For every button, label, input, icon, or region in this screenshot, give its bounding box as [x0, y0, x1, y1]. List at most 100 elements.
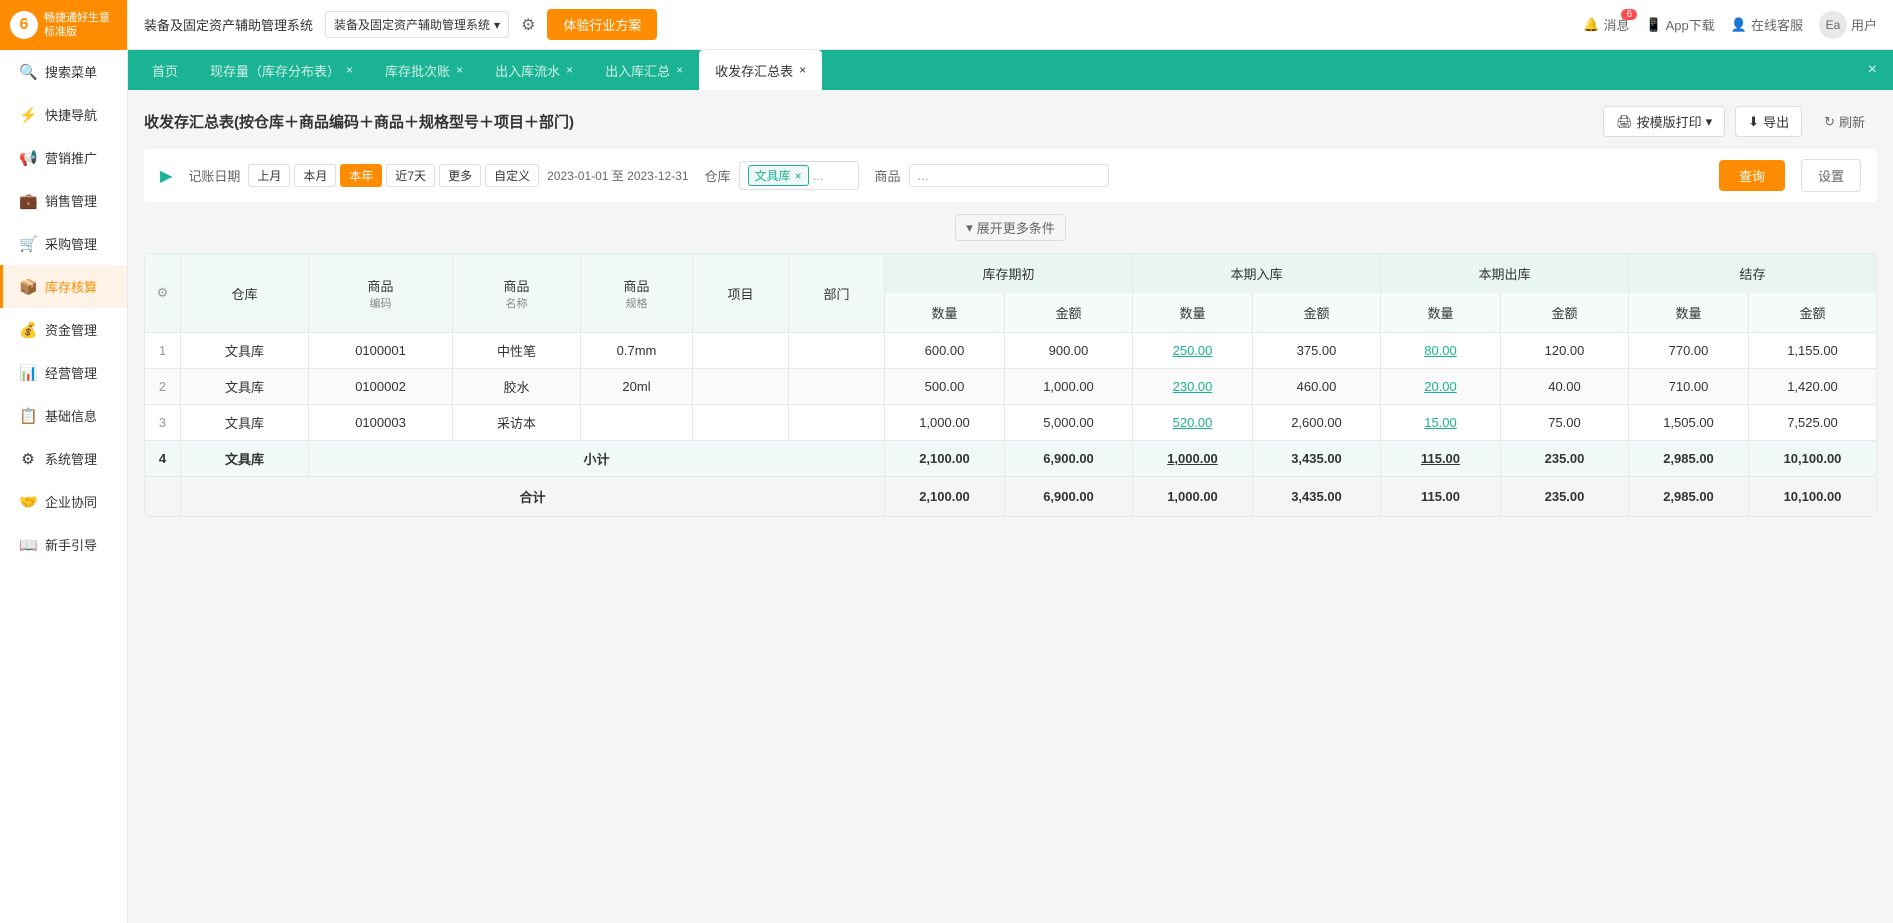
table-spec-header: 商品规格 [581, 254, 693, 333]
print-button[interactable]: 🖨 按模版打印 ▾ [1603, 106, 1725, 137]
tab-出入库汇总[interactable]: 出入库汇总 × [589, 50, 699, 90]
row-balance-amt: 7,525.00 [1749, 405, 1877, 441]
warehouse-tag-remove[interactable]: × [795, 169, 802, 183]
total-in-qty: 1,000.00 [1133, 477, 1253, 517]
date-btn-更多[interactable]: 更多 [439, 164, 481, 187]
user-item[interactable]: Ea 用户 [1819, 11, 1877, 39]
row-in-qty[interactable]: 520.00 [1133, 405, 1253, 441]
table-warehouse-header: 仓库 [181, 254, 309, 333]
row-out-qty[interactable]: 15.00 [1381, 405, 1501, 441]
row-code: 0100001 [309, 333, 453, 369]
sidebar-item-搜索菜单[interactable]: 🔍搜索菜单 [0, 50, 127, 93]
date-btn-自定义[interactable]: 自定义 [485, 164, 539, 187]
notification-badge: 6 [1621, 9, 1637, 20]
warehouse-more[interactable]: ... [813, 168, 824, 183]
sidebar-label: 企业协同 [45, 492, 97, 511]
tab-现存量（库存分布表）[interactable]: 现存量（库存分布表） × [194, 50, 369, 90]
tab-close-icon[interactable]: × [799, 63, 806, 77]
row-in-qty[interactable]: 230.00 [1133, 369, 1253, 405]
system-name: 装备及固定资产辅助管理系统 [144, 15, 313, 34]
table-opening-amt-header: 金额 [1005, 293, 1133, 333]
tabs-close-all-icon[interactable]: × [1860, 61, 1885, 79]
date-btn-本月[interactable]: 本月 [294, 164, 336, 187]
refresh-button[interactable]: ↻ 刷新 [1812, 107, 1877, 136]
sidebar-label: 经营管理 [45, 363, 97, 382]
row-in-amt: 2,600.00 [1253, 405, 1381, 441]
sidebar-icon: 🤝 [19, 493, 37, 511]
subtotal-label: 小计 [309, 441, 885, 477]
row-balance-qty: 710.00 [1629, 369, 1749, 405]
row-name: 胶水 [453, 369, 581, 405]
subtotal-num: 4 [145, 441, 181, 477]
row-dept [789, 369, 885, 405]
set-button[interactable]: 设置 [1801, 159, 1861, 192]
date-btn-本年[interactable]: 本年 [340, 164, 382, 187]
tab-库存批次账[interactable]: 库存批次账 × [369, 50, 479, 90]
row-spec: 20ml [581, 369, 693, 405]
system-select[interactable]: 装备及固定资产辅助管理系统 ▾ [325, 11, 509, 38]
settings-icon[interactable]: ⚙ [521, 15, 535, 35]
goods-more[interactable]: ... [918, 168, 929, 183]
total-empty1 [145, 477, 181, 517]
tab-收发存汇总表[interactable]: 收发存汇总表 × [699, 50, 822, 90]
sidebar-item-采购管理[interactable]: 🛒采购管理 [0, 222, 127, 265]
tab-close-icon[interactable]: × [456, 63, 463, 77]
sidebar-icon: 📊 [19, 364, 37, 382]
sidebar-item-销售管理[interactable]: 💼销售管理 [0, 179, 127, 222]
row-balance-qty: 770.00 [1629, 333, 1749, 369]
expand-conditions-button[interactable]: ▾ 展开更多条件 [955, 214, 1066, 241]
sidebar-label: 营销推广 [45, 148, 97, 167]
topbar: 装备及固定资产辅助管理系统 装备及固定资产辅助管理系统 ▾ ⚙ 体验行业方案 🔔… [128, 0, 1893, 50]
sidebar-item-营销推广[interactable]: 📢营销推广 [0, 136, 127, 179]
sidebar-item-快捷导航[interactable]: ⚡快捷导航 [0, 93, 127, 136]
sidebar-item-基础信息[interactable]: 📋基础信息 [0, 394, 127, 437]
subtotal-out-amt: 235.00 [1501, 441, 1629, 477]
row-opening-amt: 900.00 [1005, 333, 1133, 369]
date-filter-label: 记账日期 [188, 166, 240, 185]
filter-toggle-icon[interactable]: ▶ [160, 166, 172, 186]
row-out-qty[interactable]: 80.00 [1381, 333, 1501, 369]
sidebar-item-库存核算[interactable]: 📦库存核算 [0, 265, 127, 308]
notification-item[interactable]: 🔔 消息 6 [1583, 15, 1629, 34]
sidebar-label: 搜索菜单 [45, 62, 97, 81]
table-dept-header: 部门 [789, 254, 885, 333]
goods-tag-input[interactable]: ... [909, 164, 1109, 187]
export-button[interactable]: ⬇ 导出 [1735, 106, 1802, 137]
sidebar-item-经营管理[interactable]: 📊 经营管理 [0, 351, 127, 394]
row-in-qty[interactable]: 250.00 [1133, 333, 1253, 369]
row-out-amt: 120.00 [1501, 333, 1629, 369]
tab-出入库流水[interactable]: 出入库流水 × [479, 50, 589, 90]
filter-bar: ▶ 记账日期 上月本月本年近7天更多自定义 2023-01-01 至 2023-… [144, 149, 1877, 202]
sidebar-item-资金管理[interactable]: 💰资金管理 [0, 308, 127, 351]
tab-close-icon[interactable]: × [566, 63, 573, 77]
row-out-amt: 75.00 [1501, 405, 1629, 441]
table-config-col[interactable]: ⚙ [145, 254, 181, 333]
table-in-qty-header: 数量 [1133, 293, 1253, 333]
tab-close-icon[interactable]: × [676, 63, 683, 77]
subtotal-warehouse: 文具库 [181, 441, 309, 477]
total-balance-amt: 10,100.00 [1749, 477, 1877, 517]
tab-首页[interactable]: 首页 [136, 50, 194, 90]
subtotal-in-qty[interactable]: 1,000.00 [1133, 441, 1253, 477]
query-button[interactable]: 查询 [1719, 160, 1785, 191]
sidebar-item-新手引导[interactable]: 📖新手引导 [0, 523, 127, 566]
total-out-amt: 235.00 [1501, 477, 1629, 517]
row-out-qty[interactable]: 20.00 [1381, 369, 1501, 405]
logo: 6 畅捷通好生意 标准版 [0, 0, 127, 50]
online-service-item[interactable]: 👤 在线客服 [1731, 15, 1803, 34]
date-btn-上月[interactable]: 上月 [248, 164, 290, 187]
warehouse-tag-input[interactable]: 文具库 × ... [739, 161, 859, 190]
subtotal-opening-amt: 6,900.00 [1005, 441, 1133, 477]
subtotal-out-qty[interactable]: 115.00 [1381, 441, 1501, 477]
sidebar-item-系统管理[interactable]: ⚙系统管理 [0, 437, 127, 480]
experience-button[interactable]: 体验行业方案 [547, 9, 657, 40]
row-in-amt: 460.00 [1253, 369, 1381, 405]
table-project-header: 项目 [693, 254, 789, 333]
date-btn-近7天[interactable]: 近7天 [386, 164, 435, 187]
sidebar-icon: 📖 [19, 536, 37, 554]
row-in-amt: 375.00 [1253, 333, 1381, 369]
tab-close-icon[interactable]: × [346, 63, 353, 77]
sidebar-item-企业协同[interactable]: 🤝 企业协同 [0, 480, 127, 523]
app-download-item[interactable]: 📱 App下载 [1645, 15, 1714, 34]
row-project [693, 333, 789, 369]
